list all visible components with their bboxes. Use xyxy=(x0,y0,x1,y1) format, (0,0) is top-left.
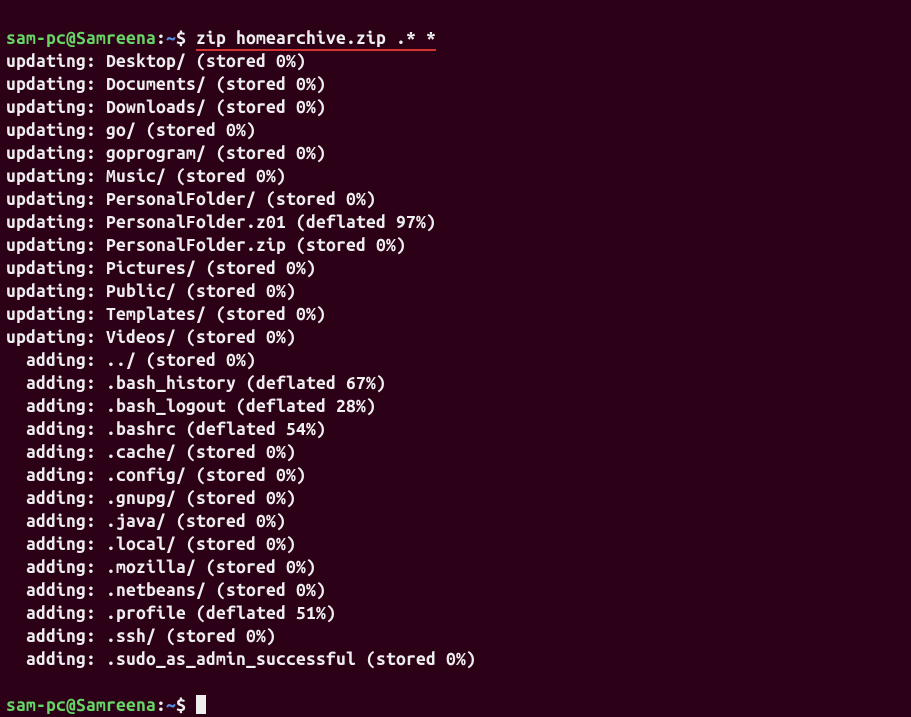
output-line: adding: .ssh/ (stored 0%) xyxy=(6,625,905,648)
output-line: updating: Public/ (stored 0%) xyxy=(6,280,905,303)
prompt-host: Samreena xyxy=(76,29,156,48)
output-line: adding: .bashrc (deflated 54%) xyxy=(6,418,905,441)
output-line: updating: PersonalFolder/ (stored 0%) xyxy=(6,188,905,211)
prompt-colon: : xyxy=(156,29,166,48)
output-line: adding: .gnupg/ (stored 0%) xyxy=(6,487,905,510)
output-line: updating: Downloads/ (stored 0%) xyxy=(6,96,905,119)
output-line: adding: .netbeans/ (stored 0%) xyxy=(6,579,905,602)
output-line: adding: .java/ (stored 0%) xyxy=(6,510,905,533)
output-line: updating: PersonalFolder.zip (stored 0%) xyxy=(6,234,905,257)
output-line: adding: .profile (deflated 51%) xyxy=(6,602,905,625)
output-line: adding: .cache/ (stored 0%) xyxy=(6,441,905,464)
output-line: adding: .sudo_as_admin_successful (store… xyxy=(6,648,905,671)
terminal-output: updating: Desktop/ (stored 0%)updating: … xyxy=(6,50,905,671)
prompt-path: ~ xyxy=(166,29,176,48)
output-line: adding: .config/ (stored 0%) xyxy=(6,464,905,487)
prompt-path: ~ xyxy=(166,696,176,715)
output-line: adding: ../ (stored 0%) xyxy=(6,349,905,372)
output-line: updating: Pictures/ (stored 0%) xyxy=(6,257,905,280)
output-line: updating: Templates/ (stored 0%) xyxy=(6,303,905,326)
prompt-at: @ xyxy=(66,696,76,715)
prompt-colon: : xyxy=(156,696,166,715)
output-line: adding: .bash_history (deflated 67%) xyxy=(6,372,905,395)
command-text: zip homearchive.zip .* * xyxy=(196,29,436,51)
prompt-at: @ xyxy=(66,29,76,48)
output-line: updating: Desktop/ (stored 0%) xyxy=(6,50,905,73)
output-line: updating: Music/ (stored 0%) xyxy=(6,165,905,188)
cursor-icon xyxy=(196,695,206,714)
output-line: updating: Documents/ (stored 0%) xyxy=(6,73,905,96)
output-line: adding: .local/ (stored 0%) xyxy=(6,533,905,556)
prompt-user: sam-pc xyxy=(6,696,66,715)
prompt-dollar: $ xyxy=(176,696,186,715)
output-line: adding: .mozilla/ (stored 0%) xyxy=(6,556,905,579)
output-line: updating: Videos/ (stored 0%) xyxy=(6,326,905,349)
output-line: updating: PersonalFolder.z01 (deflated 9… xyxy=(6,211,905,234)
prompt-host: Samreena xyxy=(76,696,156,715)
prompt-line-2[interactable]: sam-pc@Samreena:~$ xyxy=(6,671,905,717)
output-line: adding: .bash_logout (deflated 28%) xyxy=(6,395,905,418)
prompt-user: sam-pc xyxy=(6,29,66,48)
prompt-line-1[interactable]: sam-pc@Samreena:~$ zip homearchive.zip .… xyxy=(6,4,905,50)
prompt-dollar: $ xyxy=(176,29,186,48)
output-line: updating: goprogram/ (stored 0%) xyxy=(6,142,905,165)
output-line: updating: go/ (stored 0%) xyxy=(6,119,905,142)
